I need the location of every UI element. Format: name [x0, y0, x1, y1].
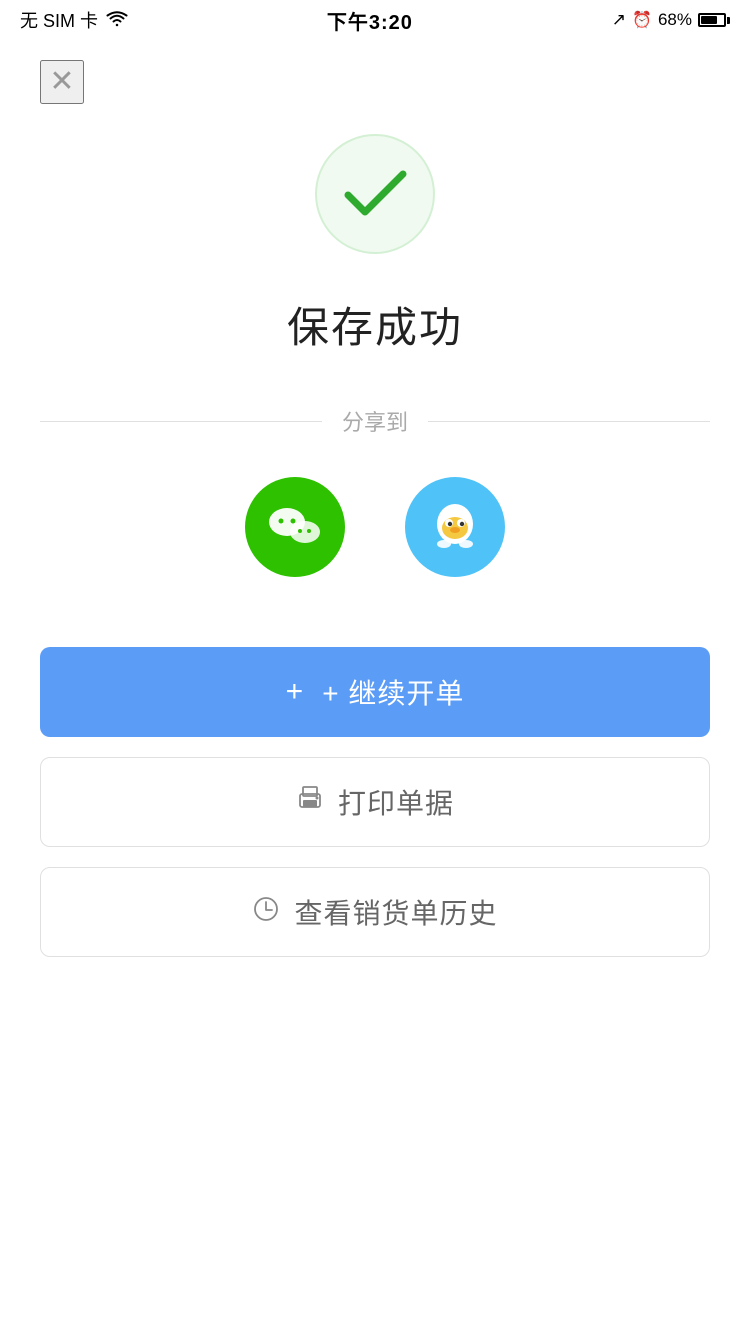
qq-icon: [426, 496, 484, 558]
continue-plus-icon: +: [286, 675, 305, 709]
share-icons-row: [245, 477, 505, 577]
sim-icon: [106, 11, 128, 29]
status-bar: 无 SIM 卡 下午3:20 ↗ ⏰ 68%: [0, 0, 750, 40]
carrier-text: 无 SIM 卡: [20, 7, 98, 33]
success-circle: [315, 134, 435, 254]
share-divider: 分享到: [40, 405, 710, 437]
continue-button[interactable]: + + 继续开单: [40, 647, 710, 737]
main-content: ✕ 保存成功 分享到: [0, 40, 750, 1017]
divider-left: [40, 421, 322, 422]
status-right: ↗ ⏰ 68%: [612, 10, 730, 30]
action-buttons: + + 继续开单 打印单据 查看销货单历: [40, 647, 710, 957]
share-qq-button[interactable]: [405, 477, 505, 577]
share-label: 分享到: [342, 405, 408, 437]
history-label: 查看销货单历史: [294, 892, 497, 932]
battery-percent: 68%: [658, 10, 692, 30]
continue-label: + 继续开单: [322, 672, 464, 712]
status-left: 无 SIM 卡: [20, 7, 128, 33]
alarm-icon: ⏰: [632, 10, 652, 30]
history-icon: [252, 895, 280, 930]
print-icon: [296, 786, 324, 819]
battery-icon: [698, 13, 730, 27]
share-wechat-button[interactable]: [245, 477, 345, 577]
success-title: 保存成功: [287, 294, 463, 355]
history-button[interactable]: 查看销货单历史: [40, 867, 710, 957]
close-button[interactable]: ✕: [40, 60, 84, 104]
close-icon: ✕: [49, 67, 74, 97]
divider-right: [428, 421, 710, 422]
location-icon: ↗: [612, 10, 626, 30]
print-button[interactable]: 打印单据: [40, 757, 710, 847]
print-label: 打印单据: [338, 782, 454, 822]
checkmark-icon: [343, 169, 408, 219]
status-time: 下午3:20: [327, 6, 413, 35]
wechat-icon: [265, 500, 325, 555]
